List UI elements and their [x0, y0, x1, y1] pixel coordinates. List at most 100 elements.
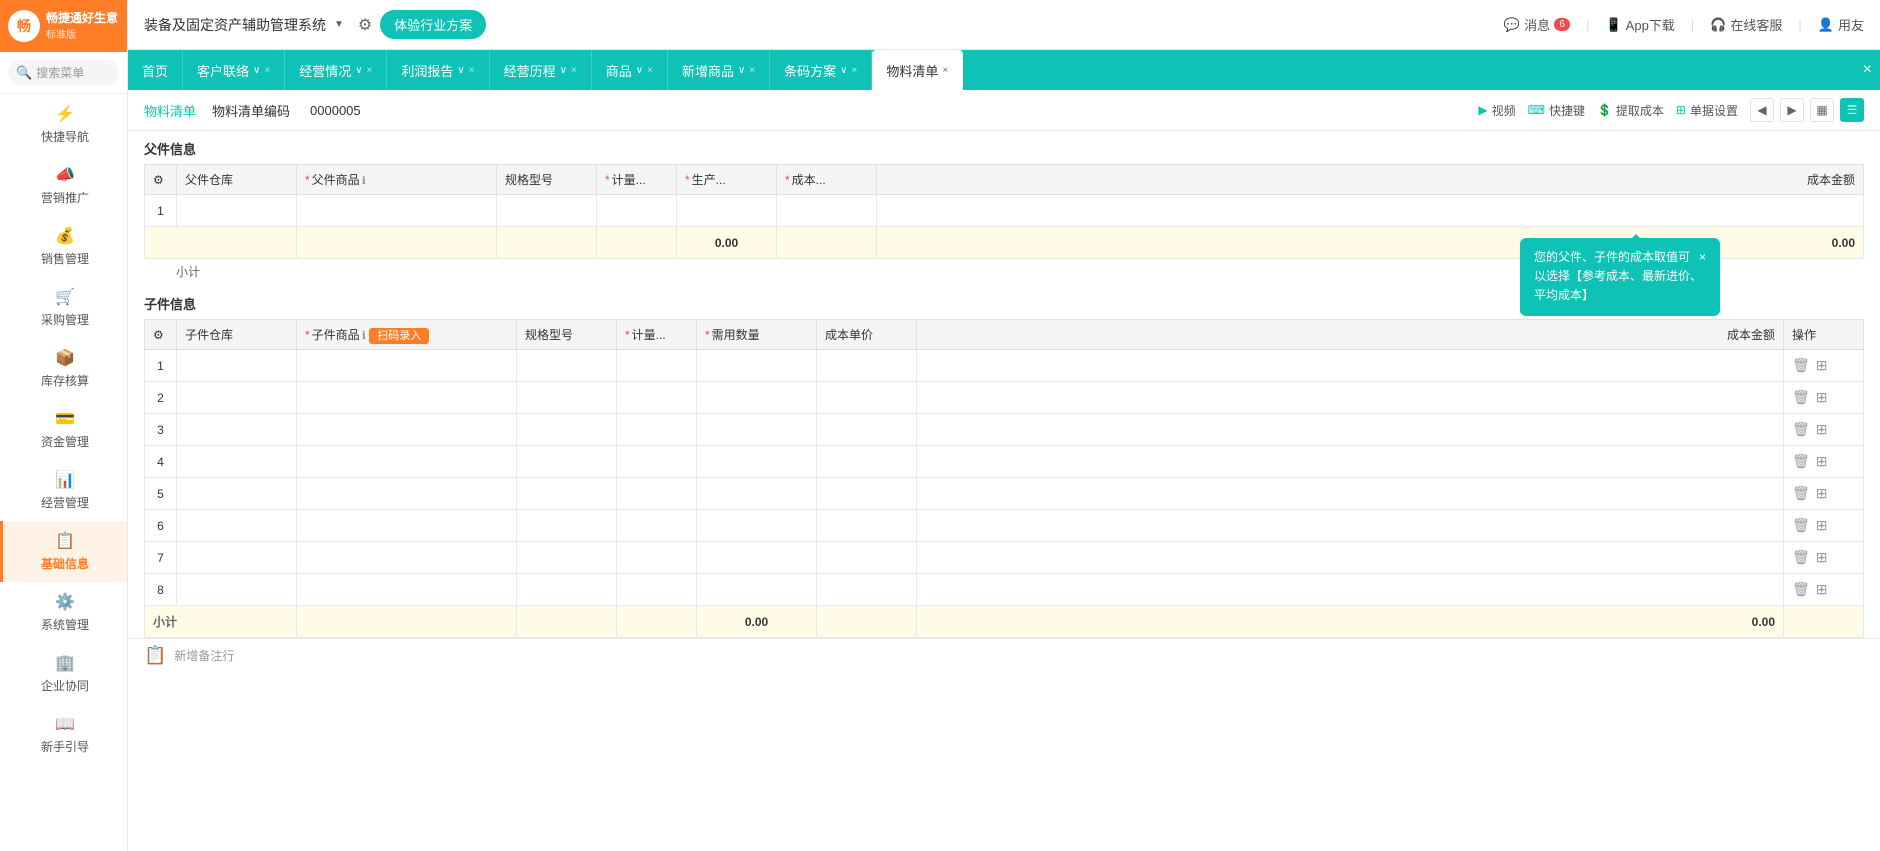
- child-help-icon[interactable]: ℹ: [362, 330, 366, 342]
- user-action[interactable]: 👤 用友: [1818, 15, 1864, 34]
- help-icon[interactable]: ℹ: [362, 175, 366, 187]
- child-unit-cost-cell[interactable]: [817, 510, 917, 542]
- child-unit-cell[interactable]: [617, 350, 697, 382]
- child-quantity-cell[interactable]: [697, 350, 817, 382]
- child-warehouse-cell[interactable]: [177, 542, 297, 574]
- child-spec-cell[interactable]: [517, 414, 617, 446]
- sidebar-item-enterprise[interactable]: 🏢 企业协同: [0, 643, 127, 704]
- child-unit-cost-cell[interactable]: [817, 414, 917, 446]
- child-setting-gear-icon[interactable]: ⚙: [153, 328, 164, 342]
- delete-icon[interactable]: 🗑: [1792, 485, 1810, 502]
- tab-close[interactable]: ×: [749, 65, 755, 76]
- child-warehouse-cell[interactable]: [177, 478, 297, 510]
- online-service-action[interactable]: 🎧 在线客服: [1710, 15, 1782, 34]
- child-goods-cell[interactable]: [297, 510, 517, 542]
- child-warehouse-cell[interactable]: [177, 510, 297, 542]
- delete-icon[interactable]: 🗑: [1792, 421, 1810, 438]
- child-unit-cost-cell[interactable]: [817, 350, 917, 382]
- child-spec-cell[interactable]: [517, 542, 617, 574]
- child-unit-cell[interactable]: [617, 542, 697, 574]
- close-all-icon[interactable]: ×: [1863, 61, 1872, 79]
- child-quantity-cell[interactable]: [697, 510, 817, 542]
- sidebar-item-basic[interactable]: 📋 基础信息: [0, 521, 127, 582]
- parent-spec-cell[interactable]: [497, 195, 597, 227]
- child-unit-cell[interactable]: [617, 414, 697, 446]
- child-spec-cell[interactable]: [517, 574, 617, 606]
- tooltip-close-btn[interactable]: ×: [1699, 248, 1706, 267]
- tab-bom[interactable]: 物料清单 ×: [872, 50, 963, 90]
- add-note-text[interactable]: 新增备注行: [174, 647, 234, 664]
- tab-close[interactable]: ×: [851, 65, 857, 76]
- child-unit-cost-cell[interactable]: [817, 446, 917, 478]
- sidebar-item-sales[interactable]: 💰 销售管理: [0, 216, 127, 277]
- sidebar-item-guide[interactable]: 📖 新手引导: [0, 704, 127, 765]
- app-download-action[interactable]: 📱 App下载: [1605, 15, 1674, 34]
- child-spec-cell[interactable]: [517, 382, 617, 414]
- sidebar-item-finance[interactable]: 💳 资金管理: [0, 399, 127, 460]
- child-quantity-cell[interactable]: [697, 382, 817, 414]
- sidebar-search-container[interactable]: 🔍 搜索菜单: [0, 52, 127, 94]
- tab-close[interactable]: ×: [469, 65, 475, 76]
- delete-icon[interactable]: 🗑: [1792, 549, 1810, 566]
- parent-producer-cell[interactable]: [677, 195, 777, 227]
- shortcut-action[interactable]: ⌨ 快捷键: [1528, 102, 1585, 119]
- scan-button[interactable]: 扫码录入: [369, 328, 429, 344]
- child-unit-cost-cell[interactable]: [817, 574, 917, 606]
- child-quantity-cell[interactable]: [697, 478, 817, 510]
- child-unit-cost-cell[interactable]: [817, 542, 917, 574]
- tab-close[interactable]: ×: [367, 65, 373, 76]
- tab-close[interactable]: ×: [264, 65, 270, 76]
- child-quantity-cell[interactable]: [697, 542, 817, 574]
- delete-icon[interactable]: 🗑: [1792, 357, 1810, 374]
- parent-cost-cell[interactable]: [777, 195, 877, 227]
- tab-close[interactable]: ×: [647, 65, 653, 76]
- sidebar-item-marketing[interactable]: 📣 营销推广: [0, 155, 127, 216]
- copy-icon[interactable]: ⊞: [1816, 389, 1828, 406]
- child-goods-cell[interactable]: [297, 382, 517, 414]
- child-goods-cell[interactable]: [297, 350, 517, 382]
- copy-icon[interactable]: ⊞: [1816, 453, 1828, 470]
- sidebar-item-purchase[interactable]: 🛒 采购管理: [0, 277, 127, 338]
- sidebar-item-operations[interactable]: 📊 经营管理: [0, 460, 127, 521]
- tab-profit[interactable]: 利润报告 ∨ ×: [387, 50, 489, 90]
- tab-barcode[interactable]: 条码方案 ∨ ×: [770, 50, 872, 90]
- tab-close[interactable]: ×: [942, 65, 948, 76]
- delete-icon[interactable]: 🗑: [1792, 517, 1810, 534]
- child-warehouse-cell[interactable]: [177, 446, 297, 478]
- child-unit-cell[interactable]: [617, 478, 697, 510]
- delete-icon[interactable]: 🗑: [1792, 389, 1810, 406]
- child-unit-cell[interactable]: [617, 574, 697, 606]
- child-warehouse-cell[interactable]: [177, 350, 297, 382]
- tab-customers[interactable]: 客户联络 ∨ ×: [183, 50, 285, 90]
- system-dropdown-arrow[interactable]: ▼: [334, 19, 344, 30]
- tab-operations[interactable]: 经营情况 ∨ ×: [285, 50, 387, 90]
- child-unit-cell[interactable]: [617, 510, 697, 542]
- copy-icon[interactable]: ⊞: [1816, 357, 1828, 374]
- child-spec-cell[interactable]: [517, 510, 617, 542]
- child-warehouse-cell[interactable]: [177, 574, 297, 606]
- experience-button[interactable]: 体验行业方案: [380, 10, 486, 39]
- view-action[interactable]: ▶ 视频: [1478, 102, 1515, 119]
- delete-icon[interactable]: 🗑: [1792, 581, 1810, 598]
- copy-icon[interactable]: ⊞: [1816, 549, 1828, 566]
- tab-close[interactable]: ×: [571, 65, 577, 76]
- message-action[interactable]: 💬 消息 6: [1504, 15, 1570, 34]
- copy-icon[interactable]: ⊞: [1816, 485, 1828, 502]
- settings-icon[interactable]: ⚙: [358, 15, 372, 35]
- child-goods-cell[interactable]: [297, 446, 517, 478]
- child-quantity-cell[interactable]: [697, 446, 817, 478]
- child-goods-cell[interactable]: [297, 478, 517, 510]
- sidebar-item-inventory[interactable]: 📦 库存核算: [0, 338, 127, 399]
- search-bar[interactable]: 🔍 搜索菜单: [8, 60, 119, 85]
- next-page-btn[interactable]: ▶: [1780, 98, 1804, 122]
- child-spec-cell[interactable]: [517, 478, 617, 510]
- child-quantity-cell[interactable]: [697, 414, 817, 446]
- child-unit-cell[interactable]: [617, 382, 697, 414]
- delete-icon[interactable]: 🗑: [1792, 453, 1810, 470]
- copy-icon[interactable]: ⊞: [1816, 581, 1828, 598]
- parent-goods-cell[interactable]: [297, 195, 497, 227]
- child-warehouse-cell[interactable]: [177, 382, 297, 414]
- prev-page-btn[interactable]: ◀: [1750, 98, 1774, 122]
- copy-icon[interactable]: ⊞: [1816, 517, 1828, 534]
- setting-gear-icon[interactable]: ⚙: [153, 173, 164, 187]
